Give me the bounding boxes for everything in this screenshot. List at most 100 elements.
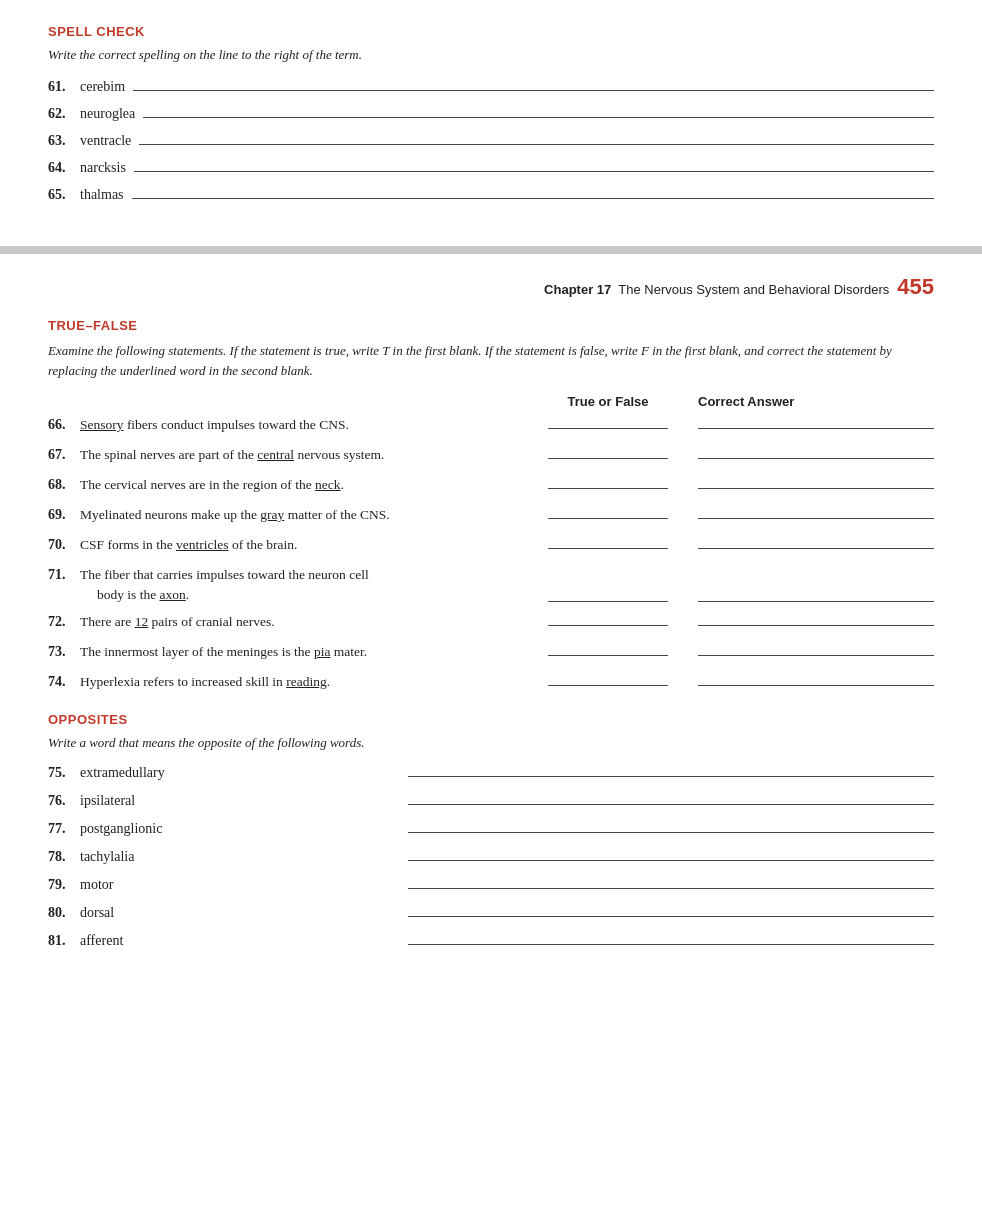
opposites-instructions: Write a word that means the opposite of … bbox=[48, 735, 934, 751]
tf-blank-71 bbox=[528, 588, 688, 604]
item-number: 62. bbox=[48, 106, 80, 122]
chapter-subtitle: The Nervous System and Behavioral Disord… bbox=[618, 282, 889, 297]
tf-text: Hyperlexia refers to increased skill in … bbox=[80, 672, 330, 692]
tf-statement-74: 74. Hyperlexia refers to increased skill… bbox=[48, 672, 528, 692]
tf-row-72: 72. There are 12 pairs of cranial nerves… bbox=[48, 612, 934, 634]
tf-text: There are 12 pairs of cranial nerves. bbox=[80, 612, 275, 632]
opp-answer-78 bbox=[408, 847, 934, 861]
tf-text: CSF forms in the ventricles of the brain… bbox=[80, 535, 297, 555]
blank-line bbox=[548, 415, 668, 429]
blank-line bbox=[548, 612, 668, 626]
tf-blank-68 bbox=[528, 475, 688, 491]
tf-statement-72: 72. There are 12 pairs of cranial nerves… bbox=[48, 612, 528, 632]
spell-check-title: SPELL CHECK bbox=[48, 24, 934, 39]
answer-line bbox=[698, 505, 934, 519]
tf-answer-72 bbox=[688, 612, 934, 628]
blank-line bbox=[548, 642, 668, 656]
item-term: neuroglea bbox=[80, 106, 135, 122]
item-number: 76. bbox=[48, 793, 80, 809]
tf-statement-73: 73. The innermost layer of the meninges … bbox=[48, 642, 528, 662]
true-false-title: TRUE–FALSE bbox=[48, 318, 934, 333]
tf-row-71: 71. The fiber that carries impulses towa… bbox=[48, 565, 934, 604]
tf-answer-69 bbox=[688, 505, 934, 521]
item-number: 63. bbox=[48, 133, 80, 149]
tf-blank-66 bbox=[528, 415, 688, 431]
tf-row-73: 73. The innermost layer of the meninges … bbox=[48, 642, 934, 664]
opp-row-80: 80. dorsal bbox=[48, 903, 934, 921]
page-bottom-section: Chapter 17 The Nervous System and Behavi… bbox=[0, 254, 982, 979]
opp-answer-76 bbox=[408, 791, 934, 805]
item-number: 77. bbox=[48, 821, 80, 837]
tf-statement-71: 71. The fiber that carries impulses towa… bbox=[48, 565, 528, 604]
opp-statement-76: 76. ipsilateral bbox=[48, 793, 408, 809]
item-term: thalmas bbox=[80, 187, 124, 203]
item-number: 69. bbox=[48, 505, 80, 525]
opp-row-76: 76. ipsilateral bbox=[48, 791, 934, 809]
blank-line bbox=[548, 672, 668, 686]
tf-blank-74 bbox=[528, 672, 688, 688]
item-number: 64. bbox=[48, 160, 80, 176]
tf-blank-67 bbox=[528, 445, 688, 461]
tf-correct-answer-header: Correct Answer bbox=[688, 394, 934, 409]
answer-line bbox=[698, 642, 934, 656]
answer-line bbox=[143, 104, 934, 118]
item-number: 78. bbox=[48, 849, 80, 865]
tf-row-70: 70. CSF forms in the ventricles of the b… bbox=[48, 535, 934, 557]
answer-line bbox=[698, 415, 934, 429]
blank-line bbox=[548, 588, 668, 602]
answer-line bbox=[132, 185, 934, 199]
tf-true-false-header: True or False bbox=[528, 394, 688, 409]
spell-check-items: 61. cerebim 62. neuroglea 63. ventracle … bbox=[48, 77, 934, 203]
opp-statement-81: 81. afferent bbox=[48, 933, 408, 949]
opp-statement-80: 80. dorsal bbox=[48, 905, 408, 921]
tf-blank-69 bbox=[528, 505, 688, 521]
item-number: 79. bbox=[48, 877, 80, 893]
blank-line bbox=[548, 535, 668, 549]
item-term: narcksis bbox=[80, 160, 126, 176]
tf-blank-73 bbox=[528, 642, 688, 658]
tf-text: The spinal nerves are part of the centra… bbox=[80, 445, 384, 465]
answer-line bbox=[698, 445, 934, 459]
tf-answer-66 bbox=[688, 415, 934, 431]
opp-term: ipsilateral bbox=[80, 793, 135, 809]
tf-answer-73 bbox=[688, 642, 934, 658]
opposites-section: OPPOSITES Write a word that means the op… bbox=[48, 712, 934, 949]
tf-statement-69: 69. Myelinated neurons make up the gray … bbox=[48, 505, 528, 525]
opp-answer-75 bbox=[408, 763, 934, 777]
chapter-label: Chapter 17 The Nervous System and Behavi… bbox=[544, 282, 889, 297]
blank-line bbox=[548, 445, 668, 459]
tf-text: The fiber that carries impulses toward t… bbox=[80, 565, 369, 604]
item-number: 81. bbox=[48, 933, 80, 949]
answer-line bbox=[698, 612, 934, 626]
answer-line bbox=[698, 588, 934, 602]
tf-column-headers: True or False Correct Answer bbox=[48, 394, 934, 409]
spell-item-62: 62. neuroglea bbox=[48, 104, 934, 122]
item-number: 72. bbox=[48, 612, 80, 632]
opp-row-75: 75. extramedullary bbox=[48, 763, 934, 781]
opp-statement-77: 77. postganglionic bbox=[48, 821, 408, 837]
opp-statement-79: 79. motor bbox=[48, 877, 408, 893]
spell-item-65: 65. thalmas bbox=[48, 185, 934, 203]
answer-line bbox=[139, 131, 934, 145]
spell-item-64: 64. narcksis bbox=[48, 158, 934, 176]
opp-term: afferent bbox=[80, 933, 123, 949]
tf-statement-66: 66. Sensory fibers conduct impulses towa… bbox=[48, 415, 528, 435]
tf-text: Myelinated neurons make up the gray matt… bbox=[80, 505, 390, 525]
tf-blank-72 bbox=[528, 612, 688, 628]
item-number: 74. bbox=[48, 672, 80, 692]
page-divider bbox=[0, 246, 982, 254]
opp-term: tachylalia bbox=[80, 849, 134, 865]
opp-row-81: 81. afferent bbox=[48, 931, 934, 949]
tf-answer-71 bbox=[688, 588, 934, 604]
answer-line bbox=[698, 535, 934, 549]
answer-line bbox=[698, 672, 934, 686]
tf-answer-74 bbox=[688, 672, 934, 688]
opp-row-78: 78. tachylalia bbox=[48, 847, 934, 865]
tf-text: Sensory fibers conduct impulses toward t… bbox=[80, 415, 349, 435]
opp-statement-75: 75. extramedullary bbox=[48, 765, 408, 781]
page-number: 455 bbox=[897, 274, 934, 300]
answer-line bbox=[134, 158, 934, 172]
tf-blank-70 bbox=[528, 535, 688, 551]
true-false-section: TRUE–FALSE Examine the following stateme… bbox=[48, 318, 934, 694]
spell-check-instructions: Write the correct spelling on the line t… bbox=[48, 47, 934, 63]
